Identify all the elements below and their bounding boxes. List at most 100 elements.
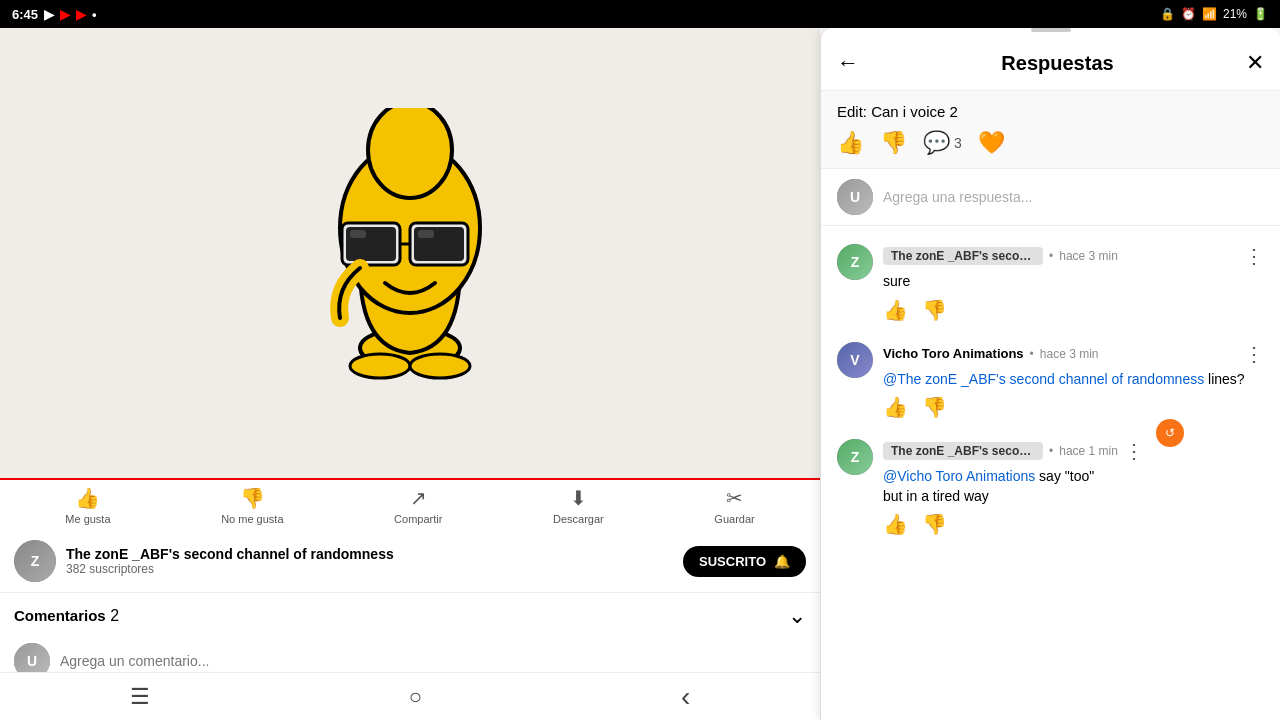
- alarm-icon: ⏰: [1181, 7, 1196, 21]
- save-button[interactable]: ✂ Guardar: [714, 486, 754, 525]
- action-bar: 👍 Me gusta 👎 No me gusta ↗ Compartir ⬇ D…: [0, 478, 820, 530]
- main-area: 👍 Me gusta 👎 No me gusta ↗ Compartir ⬇ D…: [0, 28, 820, 720]
- dislike-button[interactable]: 👎 No me gusta: [221, 486, 283, 525]
- svg-point-4: [368, 108, 452, 198]
- back-button[interactable]: ←: [837, 50, 859, 76]
- subscriber-count: 382 suscriptores: [66, 562, 394, 576]
- tv-icon: ▶: [44, 7, 54, 22]
- download-button[interactable]: ⬇ Descargar: [553, 486, 604, 525]
- add-reply-placeholder[interactable]: Agrega una respuesta...: [883, 189, 1264, 205]
- reply-count: 3: [954, 135, 962, 151]
- reply-content-1: The zonE _ABF's second c... • hace 3 min…: [883, 244, 1264, 322]
- save-label: Guardar: [714, 513, 754, 525]
- back-icon[interactable]: ‹: [681, 681, 690, 713]
- home-icon[interactable]: ○: [409, 684, 422, 710]
- channel-section: Z The zonE _ABF's second channel of rand…: [0, 530, 820, 593]
- reply-text-3: @Vicho Toro Animations say "too"but in a…: [883, 467, 1264, 506]
- like-icon: 👍: [75, 486, 100, 510]
- status-right: 🔒 ⏰ 📶 21% 🔋: [1160, 7, 1268, 21]
- save-icon: ✂: [726, 486, 743, 510]
- like-button[interactable]: 👍 Me gusta: [65, 486, 110, 525]
- reply-time-2: •: [1030, 347, 1034, 361]
- sim-icon: 🔒: [1160, 7, 1175, 21]
- original-comment: Edit: Can i voice 2 👍 👎 💬 3 🧡: [821, 91, 1280, 169]
- youtube-icon: ▶: [60, 7, 70, 22]
- replies-panel: ← Respuestas ✕ Edit: Can i voice 2 👍 👎 💬…: [820, 28, 1280, 720]
- youtube-icon2: ▶: [76, 7, 86, 22]
- reply-mention-2[interactable]: @The zonE _ABF's second channel of rando…: [883, 371, 1204, 387]
- share-icon: ↗: [410, 486, 427, 510]
- reply-meta-3: The zonE _ABF's second c... • hace 1 min…: [883, 439, 1264, 463]
- heart-icon: 🧡: [978, 130, 1005, 156]
- reply-dislike-2[interactable]: 👎: [922, 395, 947, 419]
- replies-title: Respuestas: [869, 52, 1246, 75]
- channel-info: The zonE _ABF's second channel of random…: [66, 546, 394, 576]
- like-label: Me gusta: [65, 513, 110, 525]
- comments-header: Comentarios 2 ⌄: [0, 593, 820, 639]
- dislike-label: No me gusta: [221, 513, 283, 525]
- channel-avatar[interactable]: Z: [14, 540, 56, 582]
- video-container[interactable]: [0, 28, 820, 478]
- nav-bar: ☰ ○ ‹: [0, 672, 820, 720]
- original-dislike-button[interactable]: 👎: [880, 130, 907, 156]
- reply-time-2-text: hace 3 min: [1040, 347, 1099, 361]
- more-options-2[interactable]: ⋮: [1244, 342, 1264, 366]
- more-options-1[interactable]: ⋮: [1244, 244, 1264, 268]
- subscribe-button[interactable]: SUSCRITO 🔔: [683, 546, 806, 577]
- reply-time-1: •: [1049, 249, 1053, 263]
- dot-icon: •: [92, 7, 97, 22]
- original-comment-text: Edit: Can i voice 2: [837, 103, 1264, 120]
- reply-meta-1: The zonE _ABF's second c... • hace 3 min…: [883, 244, 1264, 268]
- reply-meta-2: Vicho Toro Animations • hace 3 min ⋮: [883, 342, 1264, 366]
- reply-item-2: V Vicho Toro Animations • hace 3 min ⋮ @…: [821, 332, 1280, 430]
- comments-title: Comentarios: [14, 607, 106, 624]
- subscribe-label: SUSCRITO: [699, 554, 766, 569]
- channel-left: Z The zonE _ABF's second channel of rand…: [14, 540, 394, 582]
- share-button[interactable]: ↗ Compartir: [394, 486, 442, 525]
- close-button[interactable]: ✕: [1246, 50, 1264, 76]
- reply-like-3[interactable]: 👍: [883, 512, 908, 536]
- share-label: Compartir: [394, 513, 442, 525]
- reply-time-3-text: hace 1 min: [1059, 444, 1118, 458]
- battery-icon: 🔋: [1253, 7, 1268, 21]
- reply-dislike-3[interactable]: 👎: [922, 512, 947, 536]
- menu-icon[interactable]: ☰: [130, 684, 150, 710]
- reply-avatar-3: Z: [837, 439, 873, 475]
- comments-count: 2: [110, 607, 119, 624]
- download-icon: ⬇: [570, 486, 587, 510]
- download-label: Descargar: [553, 513, 604, 525]
- status-left: 6:45 ▶ ▶ ▶ •: [12, 7, 97, 22]
- original-like-button[interactable]: 👍: [837, 130, 864, 156]
- reply-author-2: Vicho Toro Animations: [883, 346, 1024, 361]
- reply-text-1: sure: [883, 272, 1264, 292]
- replies-list: Z The zonE _ABF's second c... • hace 3 m…: [821, 226, 1280, 720]
- battery-text: 21%: [1223, 7, 1247, 21]
- add-reply-section: U Agrega una respuesta...: [821, 169, 1280, 226]
- reply-time-1-text: hace 3 min: [1059, 249, 1118, 263]
- floating-action-button[interactable]: ↺: [1156, 419, 1184, 447]
- replies-header: ← Respuestas ✕: [821, 36, 1280, 91]
- reply-content-2: Vicho Toro Animations • hace 3 min ⋮ @Th…: [883, 342, 1264, 420]
- bell-icon: 🔔: [774, 554, 790, 569]
- svg-rect-10: [350, 230, 366, 238]
- svg-point-1: [350, 354, 410, 378]
- status-bar: 6:45 ▶ ▶ ▶ • 🔒 ⏰ 📶 21% 🔋: [0, 0, 1280, 28]
- reply-user-avatar: U: [837, 179, 873, 215]
- original-reply-button[interactable]: 💬 3: [923, 130, 962, 156]
- comments-section: Comentarios 2: [14, 607, 119, 625]
- reply-mention-3[interactable]: @Vicho Toro Animations: [883, 468, 1035, 484]
- reply-like-2[interactable]: 👍: [883, 395, 908, 419]
- character-illustration: [280, 108, 540, 398]
- reply-dislike-1[interactable]: 👎: [922, 298, 947, 322]
- svg-point-2: [410, 354, 470, 378]
- chevron-down-icon[interactable]: ⌄: [788, 603, 806, 629]
- reply-avatar-2: V: [837, 342, 873, 378]
- reply-time-3: •: [1049, 444, 1053, 458]
- reply-author-badge-3: The zonE _ABF's second c...: [883, 442, 1043, 460]
- reply-item-3: Z The zonE _ABF's second c... • hace 1 m…: [821, 429, 1280, 546]
- more-options-3[interactable]: ⋮: [1124, 440, 1144, 462]
- reply-like-1[interactable]: 👍: [883, 298, 908, 322]
- drag-handle[interactable]: [1031, 28, 1071, 32]
- channel-name: The zonE _ABF's second channel of random…: [66, 546, 394, 562]
- reply-item: Z The zonE _ABF's second c... • hace 3 m…: [821, 234, 1280, 332]
